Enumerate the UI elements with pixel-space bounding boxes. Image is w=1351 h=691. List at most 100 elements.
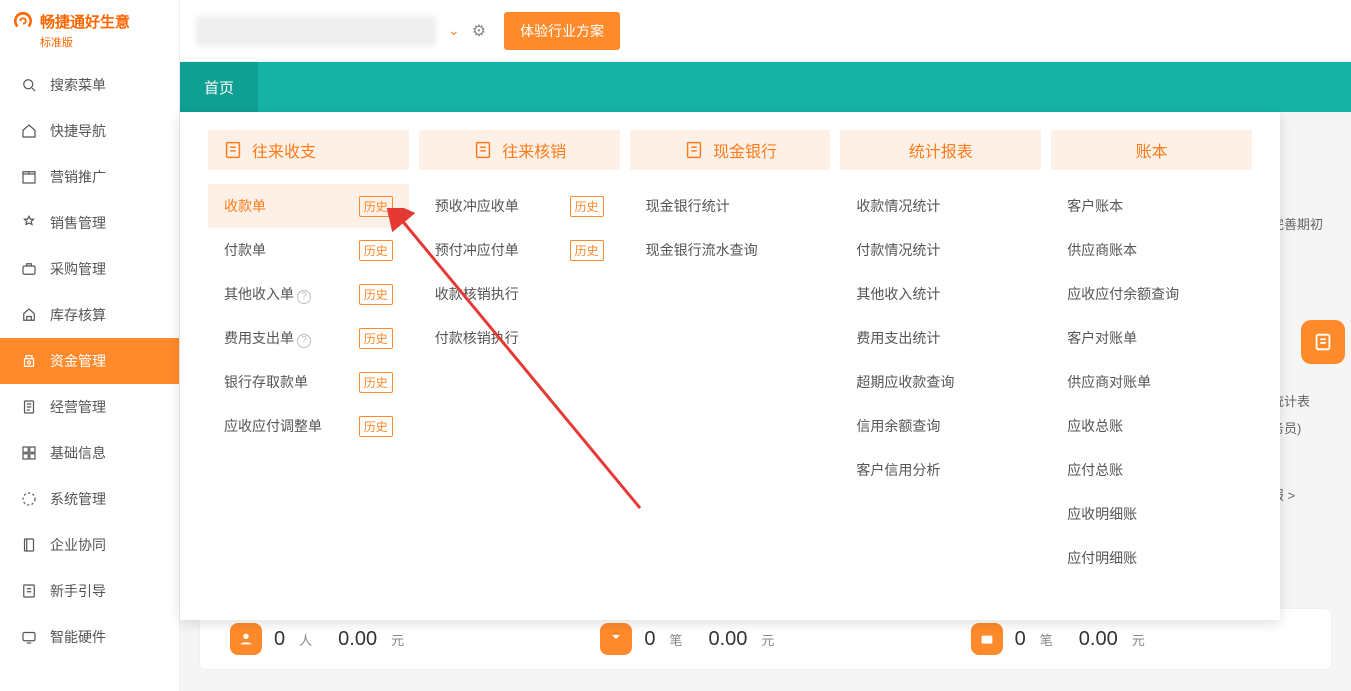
menu-item-label: 超期应收款查询: [856, 372, 954, 392]
menu-item[interactable]: 现金银行流水查询: [630, 228, 831, 272]
menu-item[interactable]: 现金银行统计: [630, 184, 831, 228]
column-header: 现金银行: [630, 130, 831, 170]
nav-label: 搜索菜单: [50, 75, 106, 95]
menu-item[interactable]: 应收应付调整单历史: [208, 404, 409, 448]
menu-item-label: 预收冲应收单: [435, 196, 519, 216]
menu-item-label: 信用余额查询: [856, 416, 940, 436]
menu-item-label: 收款单: [224, 196, 266, 216]
menu-item[interactable]: 客户信用分析: [840, 448, 1041, 492]
hint-text: 完善期初: [1271, 210, 1351, 237]
menu-item[interactable]: 客户账本: [1051, 184, 1252, 228]
sidebar-item-10[interactable]: 企业协同: [0, 522, 179, 568]
help-icon[interactable]: ?: [297, 334, 311, 348]
nav-icon: [20, 76, 38, 94]
menu-item[interactable]: 其他收入单?历史: [208, 272, 409, 316]
sidebar-item-11[interactable]: 新手引导: [0, 568, 179, 614]
money-icon: [600, 623, 632, 655]
person-icon: [230, 623, 262, 655]
sidebar-item-8[interactable]: 基础信息: [0, 430, 179, 476]
column-title: 往来核销: [502, 138, 566, 162]
stat-2: 0笔 0.00元: [600, 623, 930, 655]
history-badge[interactable]: 历史: [359, 372, 393, 393]
nav-label: 库存核算: [50, 305, 106, 325]
history-badge[interactable]: 历史: [359, 328, 393, 349]
menu-item[interactable]: 应收明细账: [1051, 492, 1252, 536]
tab-home[interactable]: 首页: [180, 62, 258, 112]
menu-item[interactable]: 银行存取款单 历史: [208, 360, 409, 404]
tab-bar: 首页: [180, 62, 1351, 112]
menu-item[interactable]: 收款情况统计: [840, 184, 1041, 228]
nav-label: 采购管理: [50, 259, 106, 279]
menu-item[interactable]: 预付冲应付单历史: [419, 228, 620, 272]
experience-plan-button[interactable]: 体验行业方案: [504, 12, 620, 50]
column-header-icon: [472, 139, 494, 161]
menu-item-label: 付款情况统计: [856, 240, 940, 260]
history-badge[interactable]: 历史: [570, 240, 604, 261]
sidebar-item-4[interactable]: 采购管理: [0, 246, 179, 292]
menu-item[interactable]: 付款单历史: [208, 228, 409, 272]
column-header: 统计报表: [840, 130, 1041, 170]
brand-name: 畅捷通好生意: [40, 11, 130, 32]
menu-item[interactable]: 应付明细账: [1051, 536, 1252, 580]
flyout-column-4: 账本客户账本供应商账本应收应付余额查询客户对账单供应商对账单应收总账应付总账应收…: [1051, 130, 1252, 580]
sidebar-item-0[interactable]: 搜索菜单: [0, 62, 179, 108]
menu-item[interactable]: 费用支出统计: [840, 316, 1041, 360]
menu-item[interactable]: 应收应付余额查询: [1051, 272, 1252, 316]
stat-1: 0人 0.00元: [230, 623, 560, 655]
menu-item[interactable]: 付款情况统计: [840, 228, 1041, 272]
history-badge[interactable]: 历史: [359, 284, 393, 305]
chevron-down-icon[interactable]: ⌄: [448, 22, 460, 39]
history-badge[interactable]: 历史: [359, 240, 393, 261]
nav-label: 基础信息: [50, 443, 106, 463]
help-icon[interactable]: ?: [297, 290, 311, 304]
sidebar-item-12[interactable]: 智能硬件: [0, 614, 179, 660]
menu-item[interactable]: 客户对账单: [1051, 316, 1252, 360]
menu-item[interactable]: 超期应收款查询: [840, 360, 1041, 404]
sidebar-item-2[interactable]: 营销推广: [0, 154, 179, 200]
nav-icon: [20, 122, 38, 140]
hint-text: 务员): [1271, 414, 1351, 441]
menu-item[interactable]: 费用支出单?历史: [208, 316, 409, 360]
history-badge[interactable]: 历史: [570, 196, 604, 217]
menu-item-label: 应付总账: [1067, 460, 1123, 480]
menu-item[interactable]: 供应商对账单: [1051, 360, 1252, 404]
sidebar-item-5[interactable]: 库存核算: [0, 292, 179, 338]
menu-item[interactable]: 供应商账本: [1051, 228, 1252, 272]
gear-icon[interactable]: ⚙: [472, 21, 486, 41]
nav-label: 营销推广: [50, 167, 106, 187]
history-badge[interactable]: 历史: [359, 416, 393, 437]
menu-item[interactable]: 付款核销执行: [419, 316, 620, 360]
menu-item[interactable]: 其他收入统计: [840, 272, 1041, 316]
stat-currency: 元: [761, 630, 774, 649]
menu-item[interactable]: 应收总账: [1051, 404, 1252, 448]
stat-amount: 0.00: [1079, 628, 1118, 651]
floating-action-icon[interactable]: [1301, 320, 1345, 364]
sidebar-item-3[interactable]: 销售管理: [0, 200, 179, 246]
hint-text: 报 >: [1271, 481, 1351, 508]
sidebar-item-6[interactable]: 资金管理: [0, 338, 179, 384]
menu-item[interactable]: 应付总账: [1051, 448, 1252, 492]
menu-item-label: 应付明细账: [1067, 548, 1137, 568]
funds-mega-menu: 往来收支收款单历史付款单历史其他收入单?历史费用支出单?历史银行存取款单历史应收…: [180, 112, 1280, 620]
menu-item[interactable]: 收款单 历史: [208, 184, 409, 228]
sidebar-item-1[interactable]: 快捷导航: [0, 108, 179, 154]
column-header-icon: [222, 139, 244, 161]
flyout-column-3: 统计报表收款情况统计付款情况统计其他收入统计费用支出统计超期应收款查询信用余额查…: [840, 130, 1041, 580]
sidebar-item-9[interactable]: 系统管理: [0, 476, 179, 522]
nav-icon: [20, 214, 38, 232]
menu-item-label: 应收总账: [1067, 416, 1123, 436]
store-selector[interactable]: [196, 16, 436, 46]
menu-item[interactable]: 预收冲应收单 历史: [419, 184, 620, 228]
column-header: 往来收支: [208, 130, 409, 170]
history-badge[interactable]: 历史: [359, 196, 393, 217]
column-header-icon: [683, 139, 705, 161]
menu-item[interactable]: 信用余额查询: [840, 404, 1041, 448]
menu-item-label: 收款核销执行: [435, 284, 519, 304]
column-title: 账本: [1136, 138, 1168, 162]
stat-3: 0笔 0.00元: [971, 623, 1301, 655]
stat-number: 0: [644, 628, 655, 651]
nav-label: 资金管理: [50, 351, 106, 371]
menu-item-label: 银行存取款单: [224, 372, 308, 392]
sidebar-item-7[interactable]: 经营管理: [0, 384, 179, 430]
menu-item[interactable]: 收款核销执行: [419, 272, 620, 316]
